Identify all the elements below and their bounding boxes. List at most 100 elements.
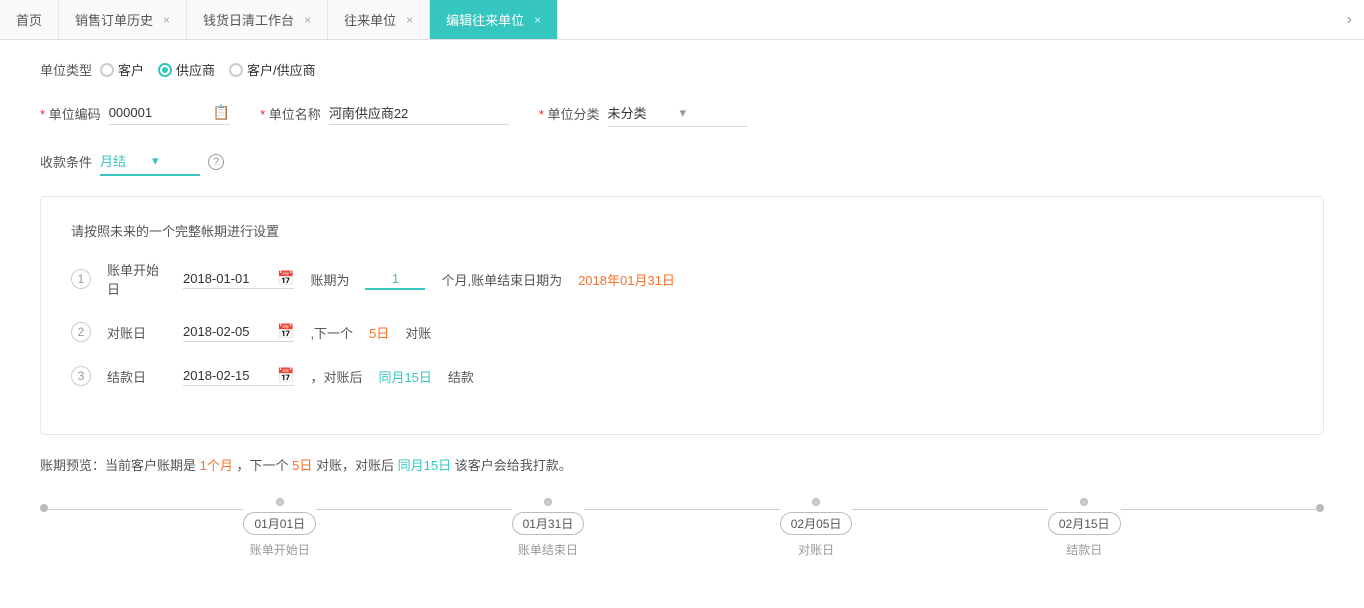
tab-home-label: 首页 — [16, 10, 42, 29]
tab-home[interactable]: 首页 — [0, 0, 59, 39]
period-num-3: 3 — [71, 366, 91, 386]
timeline-dot-3 — [812, 498, 820, 506]
tab-edit-partner-label: 编辑往来单位 — [446, 10, 524, 29]
radio-both-label: 客户/供应商 — [247, 60, 316, 79]
period-date-3-cal[interactable]: 📅 — [277, 367, 294, 384]
period-desc-1-prefix: 账期为 — [310, 270, 349, 289]
timeline-start-dot — [40, 504, 48, 512]
period-desc-3-highlight: 同月15日 — [378, 367, 431, 386]
period-desc-3-suffix: 结款 — [448, 367, 474, 386]
radio-supplier-label: 供应商 — [176, 60, 215, 79]
period-row-1: 1 账单开始日 📅 账期为 个月,账单结束日期为 2018年01月31日 — [71, 260, 1293, 298]
tab-partner[interactable]: 往来单位 × — [328, 0, 430, 39]
timeline-badge-2: 01月31日 — [512, 512, 585, 535]
timeline: 01月01日 账单开始日 01月31日 账单结束日 02月05日 对账日 02月… — [40, 498, 1324, 558]
unit-code-field: 单位编码 📋 — [40, 101, 230, 125]
period-row-3: 3 结款日 📅 ，对账后 同月15日 结款 — [71, 366, 1293, 386]
unit-name-input[interactable] — [329, 101, 509, 125]
tab-edit-partner[interactable]: 编辑往来单位 × — [430, 0, 558, 39]
payment-terms-help[interactable]: ? — [208, 154, 224, 170]
unit-category-dropdown[interactable]: 未分类 ▾ — [608, 99, 748, 127]
radio-supplier-circle — [158, 63, 172, 77]
unit-type-radio-group: 客户 供应商 客户/供应商 — [100, 60, 316, 79]
preview-mid1: ，下一个 — [237, 458, 289, 473]
page-content: 单位类型 客户 供应商 客户/供应商 单位编码 — [0, 40, 1364, 608]
period-date-1-input[interactable] — [183, 269, 273, 288]
tab-sales-history[interactable]: 销售订单历史 × — [59, 0, 187, 39]
tab-expand-button[interactable]: › — [1335, 0, 1364, 39]
unit-category-field: 单位分类 未分类 ▾ — [539, 99, 748, 127]
preview-suffix: 该客户会给我打款。 — [455, 458, 572, 473]
timeline-line-1 — [48, 509, 243, 510]
timeline-badge-3: 02月05日 — [780, 512, 853, 535]
payment-terms-value: 月结 — [100, 151, 148, 170]
unit-type-field: 单位类型 客户 供应商 客户/供应商 — [40, 60, 316, 79]
radio-supplier[interactable]: 供应商 — [158, 60, 215, 79]
period-desc-1-suffix: 个月,账单结束日期为 — [441, 270, 562, 289]
timeline-end-dot — [1316, 504, 1324, 512]
period-desc-3-prefix: ，对账后 — [310, 367, 362, 386]
period-date-3: 📅 — [183, 366, 294, 386]
timeline-label-2: 账单结束日 — [518, 541, 578, 558]
tab-partner-label: 往来单位 — [344, 10, 396, 29]
timeline-dot-1 — [276, 498, 284, 506]
unit-code-input[interactable] — [109, 101, 209, 124]
unit-category-chevron: ▾ — [680, 105, 748, 121]
unit-code-icon[interactable]: 📋 — [213, 104, 230, 121]
timeline-badge-1: 01月01日 — [243, 512, 316, 535]
tab-bar: 首页 销售订单历史 × 钱货日清工作台 × 往来单位 × 编辑往来单位 × › — [0, 0, 1364, 40]
timeline-line-3 — [584, 509, 779, 510]
period-date-2-input[interactable] — [183, 322, 273, 341]
unit-code-input-wrapper: 📋 — [109, 101, 230, 125]
unit-info-row: 单位编码 📋 单位名称 单位分类 未分类 ▾ — [40, 99, 1324, 127]
tab-cash-work[interactable]: 钱货日清工作台 × — [187, 0, 328, 39]
payment-terms-field: 收款条件 月结 ▾ ? — [40, 147, 224, 176]
timeline-badge-4: 02月15日 — [1048, 512, 1121, 535]
timeline-dot-2 — [544, 498, 552, 506]
timeline-line-4 — [852, 509, 1047, 510]
unit-name-field: 单位名称 — [260, 101, 509, 125]
period-date-2: 📅 — [183, 322, 294, 342]
timeline-node-1: 01月01日 账单开始日 — [243, 498, 316, 558]
period-months-input[interactable] — [365, 269, 425, 290]
timeline-label-3: 对账日 — [798, 541, 834, 558]
tab-partner-close[interactable]: × — [406, 13, 413, 27]
radio-customer-label: 客户 — [118, 60, 144, 79]
period-box-title: 请按照未来的一个完整帐期进行设置 — [71, 221, 1293, 240]
period-desc-2-highlight: 5日 — [369, 323, 389, 342]
period-date-1-cal[interactable]: 📅 — [277, 270, 294, 287]
tab-sales-history-close[interactable]: × — [163, 13, 170, 27]
period-desc-2-prefix: ,下一个 — [310, 323, 353, 342]
period-label-3: 结款日 — [107, 367, 167, 386]
preview-mid2: 对账，对账后 — [316, 458, 394, 473]
period-desc-2-suffix: 对账 — [405, 323, 431, 342]
unit-type-row: 单位类型 客户 供应商 客户/供应商 — [40, 60, 1324, 79]
radio-both[interactable]: 客户/供应商 — [229, 60, 316, 79]
preview-part2: 5日 — [292, 458, 312, 473]
period-date-3-input[interactable] — [183, 366, 273, 385]
timeline-label-4: 结款日 — [1066, 541, 1102, 558]
unit-code-label: 单位编码 — [40, 104, 101, 123]
unit-name-label: 单位名称 — [260, 104, 321, 123]
timeline-line-2 — [316, 509, 511, 510]
period-box: 请按照未来的一个完整帐期进行设置 1 账单开始日 📅 账期为 个月,账单结束日期… — [40, 196, 1324, 435]
payment-terms-chevron: ▾ — [152, 153, 200, 169]
tab-cash-work-label: 钱货日清工作台 — [203, 10, 294, 29]
period-date-2-cal[interactable]: 📅 — [277, 323, 294, 340]
preview-part3: 同月15日 — [398, 458, 451, 473]
tab-cash-work-close[interactable]: × — [304, 13, 311, 27]
timeline-label-1: 账单开始日 — [250, 541, 310, 558]
unit-category-value: 未分类 — [608, 103, 676, 122]
timeline-dot-4 — [1080, 498, 1088, 506]
timeline-line-5 — [1121, 509, 1316, 510]
period-date-1: 📅 — [183, 269, 294, 289]
preview-part1: 1个月 — [200, 458, 233, 473]
radio-customer[interactable]: 客户 — [100, 60, 144, 79]
period-label-2: 对账日 — [107, 323, 167, 342]
payment-terms-dropdown[interactable]: 月结 ▾ — [100, 147, 200, 176]
radio-both-circle — [229, 63, 243, 77]
preview-prefix: 账期预览：当前客户账期是 — [40, 458, 196, 473]
tab-sales-history-label: 销售订单历史 — [75, 10, 153, 29]
period-num-2: 2 — [71, 322, 91, 342]
tab-edit-partner-close[interactable]: × — [534, 13, 541, 27]
